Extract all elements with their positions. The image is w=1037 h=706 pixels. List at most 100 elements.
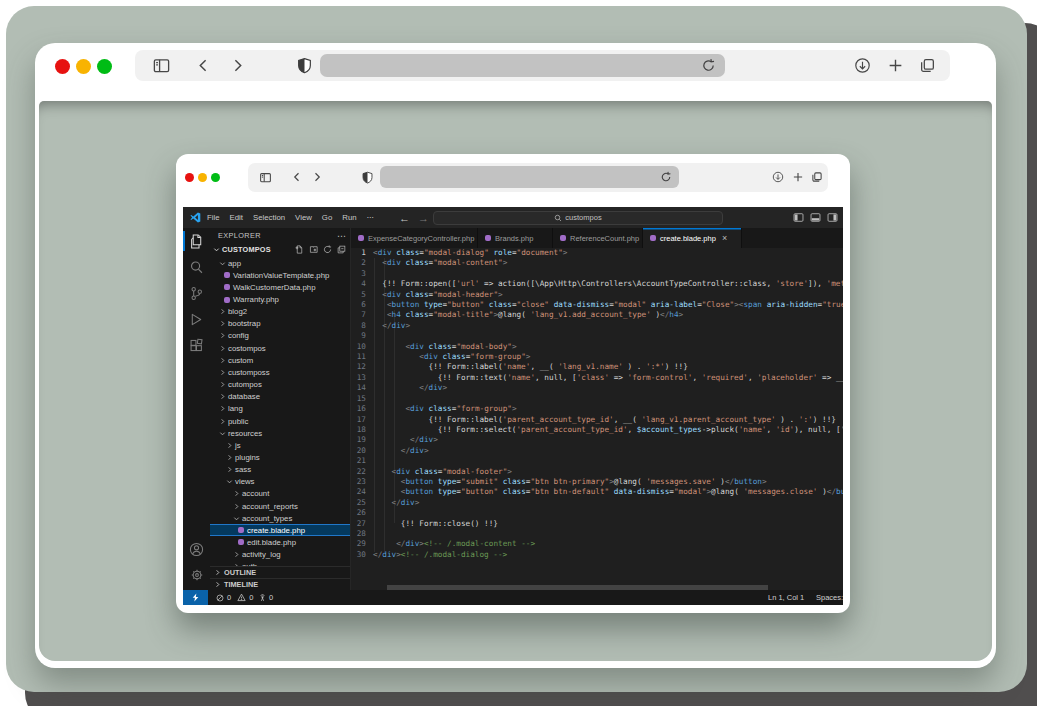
nav-back-icon[interactable]: ← <box>399 212 410 224</box>
toggle-secondary-sidebar-icon[interactable] <box>827 212 838 223</box>
line-number: 28 <box>351 529 366 539</box>
tab-close-icon[interactable]: × <box>722 233 727 243</box>
vscode-editor[interactable]: 1234567891011121314151617181920212223242… <box>351 248 843 590</box>
reload-icon[interactable] <box>701 58 716 73</box>
tree-item-js[interactable]: js <box>210 439 351 451</box>
timeline-label: TIMELINE <box>224 580 258 589</box>
search-icon[interactable] <box>183 254 210 280</box>
shield-icon[interactable] <box>361 171 374 184</box>
line-number: 23 <box>351 477 366 487</box>
account-icon[interactable] <box>183 536 210 562</box>
new-tab-icon[interactable] <box>792 171 804 183</box>
editor-tab[interactable]: Brands.php <box>478 228 553 248</box>
back-icon[interactable] <box>291 171 303 183</box>
new-file-icon[interactable] <box>295 245 304 254</box>
tree-item-public[interactable]: public <box>210 415 351 427</box>
menu-item-run[interactable]: Run <box>342 213 356 222</box>
problems-status[interactable]: 0 0 <box>216 590 253 605</box>
tree-item-variationvaluetemplate-php[interactable]: VariationValueTemplate.php <box>210 269 351 281</box>
explorer-icon[interactable] <box>183 228 210 254</box>
tree-item-custom[interactable]: custom <box>210 354 351 366</box>
timeline-section[interactable]: TIMELINE <box>210 578 351 590</box>
tree-item-account-reports[interactable]: account_reports <box>210 500 351 512</box>
tree-item-app[interactable]: app <box>210 257 351 269</box>
toggle-panel-icon[interactable] <box>810 212 821 223</box>
tree-item-views[interactable]: views <box>210 476 351 488</box>
tree-item-resources[interactable]: resources <box>210 427 351 439</box>
tree-item-warranty-php[interactable]: Warranty.php <box>210 294 351 306</box>
chevron-right-icon <box>219 405 226 412</box>
tree-item-walkcustomerdata-php[interactable]: WalkCustomerData.php <box>210 281 351 293</box>
settings-gear-icon[interactable] <box>183 562 210 588</box>
tree-item-bootstrap[interactable]: bootstrap <box>210 318 351 330</box>
tree-item-lang[interactable]: lang <box>210 403 351 415</box>
minimize-window-button[interactable] <box>76 59 91 74</box>
chevron-right-icon <box>219 320 226 327</box>
tree-item-create-blade-php[interactable]: create.blade.php <box>210 524 351 536</box>
reload-icon[interactable] <box>660 171 672 183</box>
source-control-icon[interactable] <box>183 280 210 306</box>
tree-item-activity-log[interactable]: activity_log <box>210 549 351 561</box>
collapse-all-icon[interactable] <box>337 245 346 254</box>
menu-item-file[interactable]: File <box>207 213 220 222</box>
new-folder-icon[interactable] <box>309 245 318 254</box>
zoom-window-button[interactable] <box>211 173 220 182</box>
close-window-button[interactable] <box>55 59 70 74</box>
tree-item-sass[interactable]: sass <box>210 464 351 476</box>
download-icon[interactable] <box>854 57 871 74</box>
refresh-icon[interactable] <box>323 245 332 254</box>
address-bar[interactable] <box>380 166 679 188</box>
menu-item-view[interactable]: View <box>295 213 312 222</box>
tree-item-label: account <box>242 489 269 498</box>
code-line: <div class="modal-header"> <box>373 290 843 300</box>
outline-section[interactable]: OUTLINE <box>210 566 351 578</box>
tree-item-plugins[interactable]: plugins <box>210 451 351 463</box>
code-line: <div class="form-group"> <box>373 404 843 414</box>
zoom-window-button[interactable] <box>97 59 112 74</box>
code-line: <div class="modal-body"> <box>373 342 843 352</box>
explorer-section-header[interactable]: CUSTOMPOS <box>210 243 351 256</box>
forward-icon[interactable] <box>229 57 246 74</box>
vscode-tab-bar: ExpenseCategoryController.phpBrands.phpR… <box>351 228 843 248</box>
tree-item-customposs[interactable]: customposs <box>210 366 351 378</box>
menu-item-[interactable]: ⋯ <box>367 213 375 222</box>
editor-tab[interactable]: ExpenseCategoryController.php <box>351 228 478 248</box>
editor-tab[interactable]: ReferenceCount.php <box>553 228 643 248</box>
sidebar-toggle-icon[interactable] <box>259 171 272 184</box>
vscode-search-box[interactable]: custompos <box>433 211 723 225</box>
explorer-more-icon[interactable]: ⋯ <box>337 231 346 241</box>
menu-item-selection[interactable]: Selection <box>253 213 285 222</box>
tree-item-account[interactable]: account <box>210 488 351 500</box>
shield-icon[interactable] <box>296 57 313 74</box>
menu-item-go[interactable]: Go <box>322 213 332 222</box>
menu-item-edit[interactable]: Edit <box>230 213 243 222</box>
tree-item-config[interactable]: config <box>210 330 351 342</box>
new-tab-icon[interactable] <box>887 57 904 74</box>
tree-item-blog2[interactable]: blog2 <box>210 306 351 318</box>
back-icon[interactable] <box>195 57 212 74</box>
editor-tab[interactable]: create.blade.php× <box>643 228 742 248</box>
toggle-sidebar-icon[interactable] <box>793 212 804 223</box>
remote-indicator[interactable] <box>183 590 208 605</box>
cursor-position-status[interactable]: Ln 1, Col 1 <box>768 590 804 605</box>
chevron-down-icon <box>226 478 233 485</box>
tree-item-label: config <box>228 331 249 340</box>
tabs-overview-icon[interactable] <box>811 171 823 183</box>
address-bar[interactable] <box>320 54 725 77</box>
download-icon[interactable] <box>772 171 784 183</box>
tree-item-database[interactable]: database <box>210 391 351 403</box>
tree-item-edit-blade-php[interactable]: edit.blade.php <box>210 536 351 548</box>
run-debug-icon[interactable] <box>183 306 210 332</box>
nav-forward-icon[interactable]: → <box>418 212 429 224</box>
tabs-overview-icon[interactable] <box>919 57 936 74</box>
ports-status[interactable]: 0 <box>258 590 273 605</box>
forward-icon[interactable] <box>311 171 323 183</box>
tree-item-cutompos[interactable]: cutompos <box>210 379 351 391</box>
extensions-icon[interactable] <box>183 332 210 358</box>
tree-item-account-types[interactable]: account_types <box>210 512 351 524</box>
minimize-window-button[interactable] <box>198 173 207 182</box>
close-window-button[interactable] <box>185 173 194 182</box>
indentation-status[interactable]: Spaces: 4 <box>816 590 843 605</box>
sidebar-toggle-icon[interactable] <box>152 56 171 75</box>
tree-item-costompos[interactable]: costompos <box>210 342 351 354</box>
